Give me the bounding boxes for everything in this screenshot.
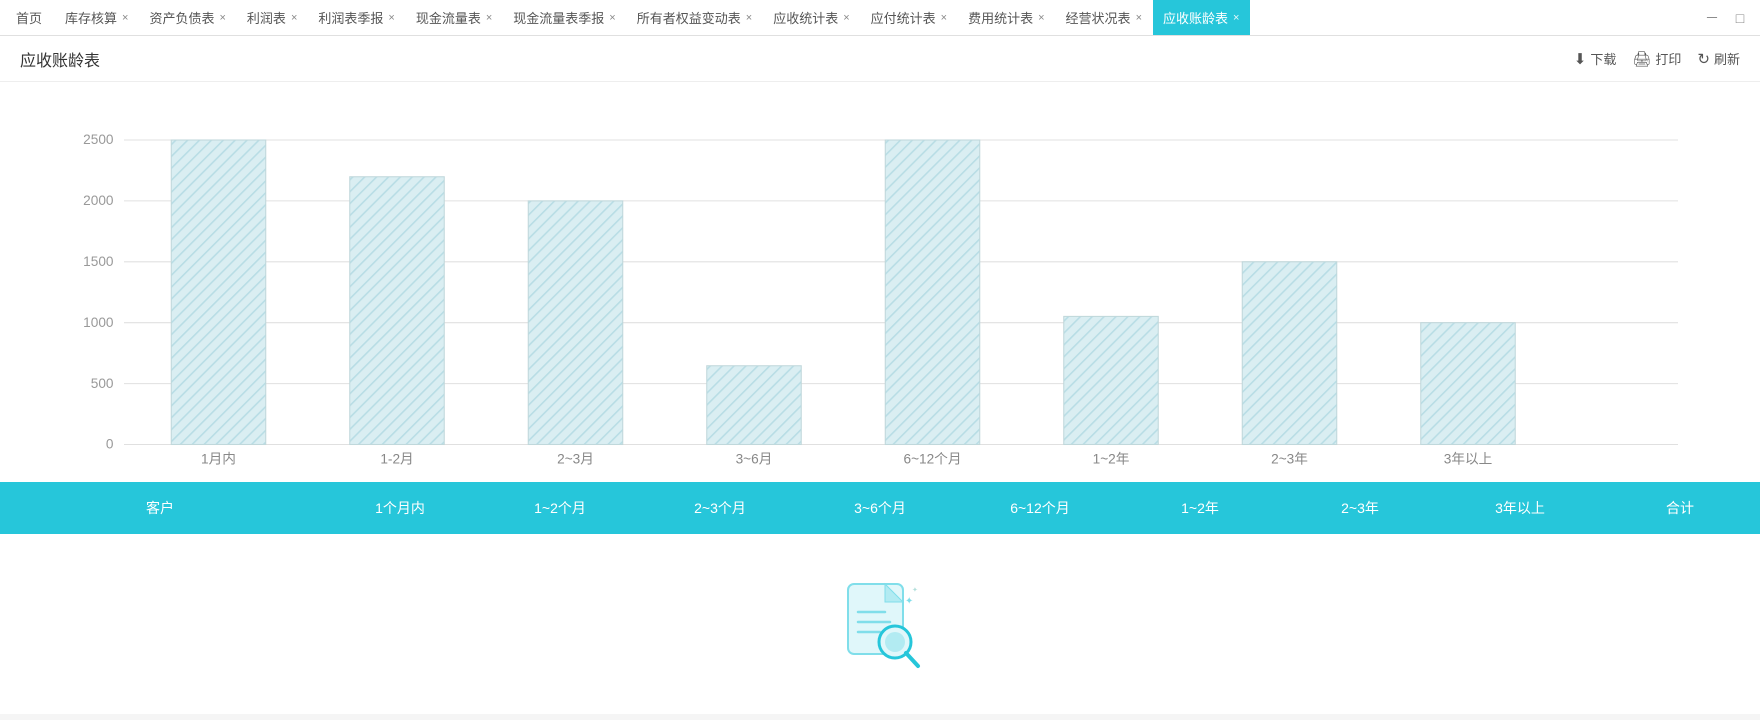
tab-label-equity-changes: 所有者权益变动表 <box>637 8 741 27</box>
tab-profit[interactable]: 利润表 × <box>237 0 308 36</box>
bar-chart: 0 500 1000 1500 2000 2500 1月内 1-2月 2~3月 … <box>40 102 1720 472</box>
download-icon: ⬇ <box>1574 50 1587 68</box>
th-9: 合计 <box>1600 498 1760 518</box>
tab-operation[interactable]: 经营状况表 × <box>1056 0 1153 36</box>
tab-close-balance-sheet[interactable]: × <box>219 12 225 24</box>
tab-balance-sheet[interactable]: 资产负债表 × <box>139 0 236 36</box>
tab-home-label: 首页 <box>16 8 42 27</box>
tab-label-ar-stats: 应收统计表 <box>773 8 838 27</box>
page-header: 应收账龄表 ⬇ 下载 🖨 打印 ↻ 刷新 <box>0 36 1760 82</box>
refresh-icon: ↻ <box>1697 50 1710 68</box>
svg-text:500: 500 <box>91 376 114 391</box>
tab-equity-changes[interactable]: 所有者权益变动表 × <box>627 0 763 36</box>
svg-text:2500: 2500 <box>83 132 114 147</box>
page-title: 应收账龄表 <box>20 47 100 71</box>
empty-icon: ✦ ✦ <box>830 574 930 674</box>
tab-close-inventory[interactable]: × <box>122 12 128 24</box>
bar-1月内 <box>171 140 266 445</box>
tab-inventory[interactable]: 库存核算 × <box>55 0 139 36</box>
tab-close-ap-stats[interactable]: × <box>941 12 947 24</box>
svg-text:1月内: 1月内 <box>201 451 236 466</box>
download-button[interactable]: ⬇ 下载 <box>1574 49 1617 68</box>
th-3: 2~3个月 <box>640 498 800 518</box>
tab-expense-stats[interactable]: 费用统计表 × <box>958 0 1055 36</box>
maximize-button[interactable]: □ <box>1728 6 1752 30</box>
bar-6~12个月 <box>885 140 980 445</box>
main-content: 0 500 1000 1500 2000 2500 1月内 1-2月 2~3月 … <box>0 82 1760 714</box>
svg-text:1~2年: 1~2年 <box>1093 451 1130 466</box>
tab-label-balance-sheet: 资产负债表 <box>149 8 214 27</box>
bar-3~6月 <box>707 366 802 445</box>
tab-close-cashflow[interactable]: × <box>486 12 492 24</box>
tab-label-expense-stats: 费用统计表 <box>968 8 1033 27</box>
refresh-label: 刷新 <box>1714 49 1740 68</box>
tab-ap-stats[interactable]: 应付统计表 × <box>861 0 958 36</box>
tab-label-cashflow: 现金流量表 <box>416 8 481 27</box>
tab-label-cashflow-quarterly: 现金流量表季报 <box>513 8 604 27</box>
svg-text:2~3月: 2~3月 <box>557 451 594 466</box>
tab-close-cashflow-quarterly[interactable]: × <box>609 12 615 24</box>
tab-bar: 首页 库存核算×资产负债表×利润表×利润表季报×现金流量表×现金流量表季报×所有… <box>0 0 1760 36</box>
svg-text:6~12个月: 6~12个月 <box>903 451 961 466</box>
print-icon: 🖨 <box>1632 50 1651 68</box>
tab-close-profit[interactable]: × <box>291 12 297 24</box>
tab-close-profit-quarterly[interactable]: × <box>388 12 394 24</box>
bar-2~3年 <box>1242 262 1337 445</box>
tab-label-inventory: 库存核算 <box>65 8 117 27</box>
tabs-container: 库存核算×资产负债表×利润表×利润表季报×现金流量表×现金流量表季报×所有者权益… <box>55 0 1250 36</box>
th-7: 2~3年 <box>1280 498 1440 518</box>
th-6: 1~2年 <box>1120 498 1280 518</box>
tab-ar-stats[interactable]: 应收统计表 × <box>763 0 860 36</box>
tab-profit-quarterly[interactable]: 利润表季报 × <box>308 0 405 36</box>
bar-1~2年 <box>1064 316 1159 444</box>
tab-cashflow[interactable]: 现金流量表 × <box>406 0 503 36</box>
svg-text:0: 0 <box>106 437 114 452</box>
tab-label-operation: 经营状况表 <box>1066 8 1131 27</box>
tab-close-equity-changes[interactable]: × <box>746 12 752 24</box>
tab-label-ar-aging: 应收账龄表 <box>1163 8 1228 27</box>
tab-close-operation[interactable]: × <box>1136 12 1142 24</box>
svg-text:1-2月: 1-2月 <box>380 451 413 466</box>
tab-close-ar-stats[interactable]: × <box>843 12 849 24</box>
tab-home[interactable]: 首页 <box>4 0 55 36</box>
refresh-button[interactable]: ↻ 刷新 <box>1697 49 1740 68</box>
tab-cashflow-quarterly[interactable]: 现金流量表季报 × <box>503 0 626 36</box>
svg-text:2~3年: 2~3年 <box>1271 451 1308 466</box>
bar-2~3月 <box>528 201 623 445</box>
th-5: 6~12个月 <box>960 498 1120 518</box>
empty-area: ✦ ✦ <box>0 534 1760 714</box>
svg-text:3~6月: 3~6月 <box>736 451 773 466</box>
page-actions: ⬇ 下载 🖨 打印 ↻ 刷新 <box>1574 49 1740 68</box>
print-button[interactable]: 🖨 打印 <box>1632 49 1681 68</box>
minimize-button[interactable]: － <box>1700 6 1724 30</box>
tab-ar-aging[interactable]: 应收账龄表 × <box>1153 0 1250 36</box>
tab-label-ap-stats: 应付统计表 <box>871 8 936 27</box>
th-1: 1个月内 <box>320 498 480 518</box>
svg-text:3年以上: 3年以上 <box>1444 451 1493 466</box>
bar-3年以上 <box>1421 323 1516 445</box>
print-label: 打印 <box>1655 49 1681 68</box>
th-0: 客户 <box>0 498 320 518</box>
tab-close-expense-stats[interactable]: × <box>1038 12 1044 24</box>
svg-text:✦: ✦ <box>912 586 918 594</box>
th-8: 3年以上 <box>1440 498 1600 518</box>
tab-label-profit: 利润表 <box>247 8 286 27</box>
th-4: 3~6个月 <box>800 498 960 518</box>
svg-text:1500: 1500 <box>83 254 114 269</box>
svg-text:2000: 2000 <box>83 193 114 208</box>
table-header: 客户1个月内1~2个月2~3个月3~6个月6~12个月1~2年2~3年3年以上合… <box>0 482 1760 534</box>
tab-close-ar-aging[interactable]: × <box>1233 12 1239 24</box>
tab-bar-actions: － □ <box>1700 6 1756 30</box>
download-label: 下载 <box>1590 49 1616 68</box>
th-2: 1~2个月 <box>480 498 640 518</box>
svg-text:1000: 1000 <box>83 315 114 330</box>
chart-area: 0 500 1000 1500 2000 2500 1月内 1-2月 2~3月 … <box>0 82 1760 482</box>
tab-label-profit-quarterly: 利润表季报 <box>318 8 383 27</box>
empty-illustration: ✦ ✦ <box>830 574 930 674</box>
bar-1-2月 <box>350 177 445 445</box>
svg-text:✦: ✦ <box>905 596 913 607</box>
